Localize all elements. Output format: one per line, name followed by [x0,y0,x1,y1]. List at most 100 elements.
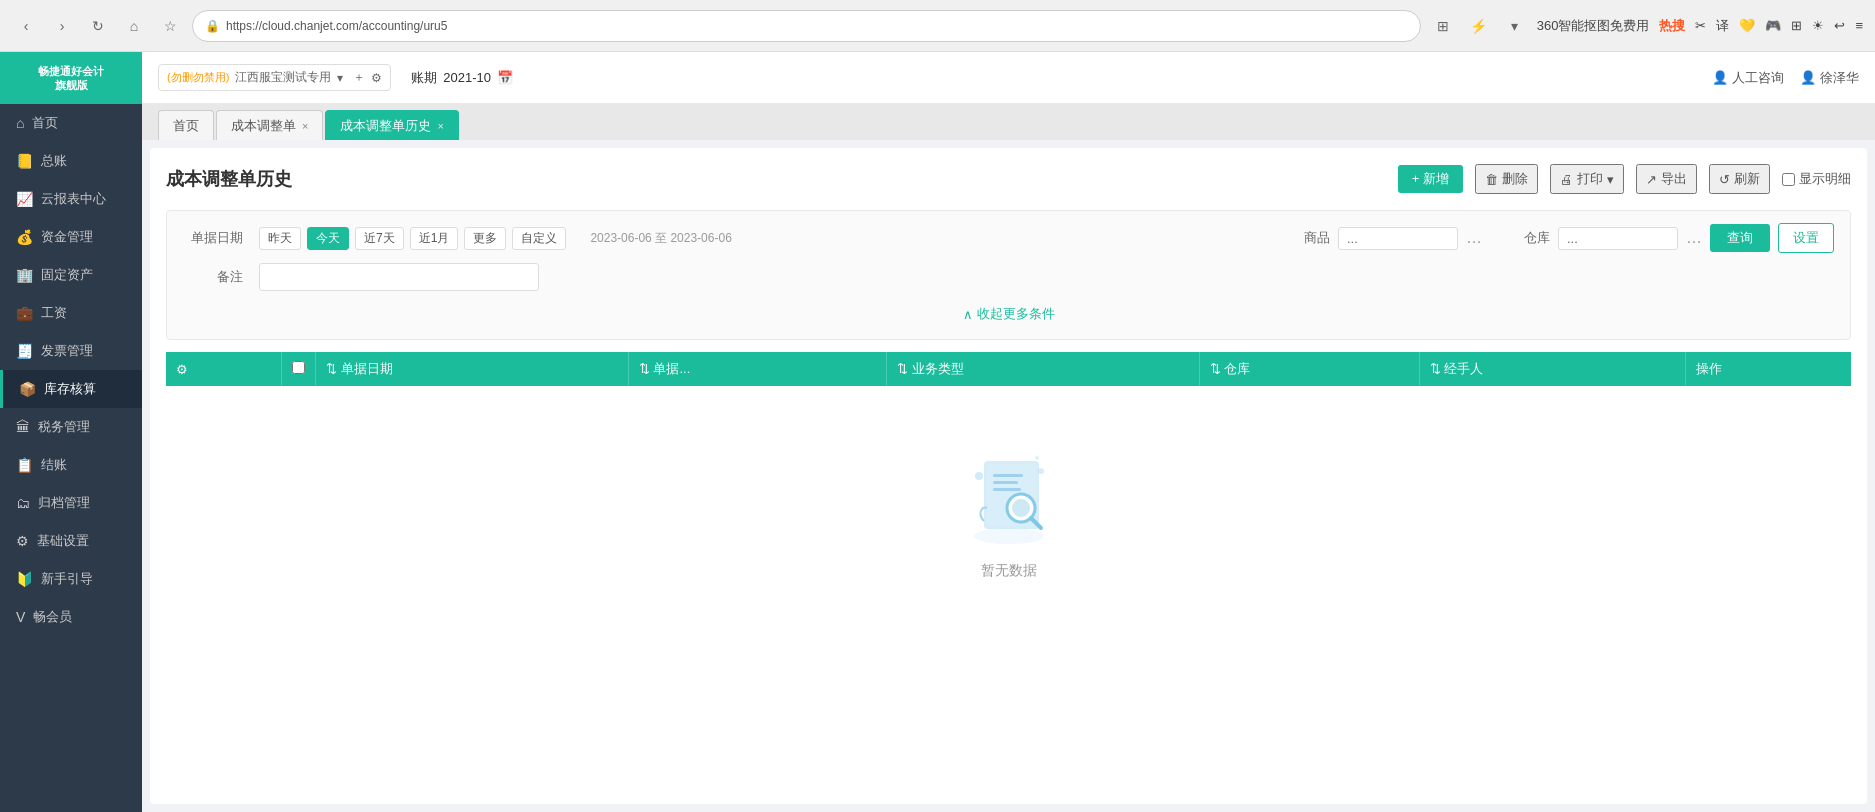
page-title: 成本调整单历史 [166,167,292,191]
custom-btn[interactable]: 自定义 [512,227,566,250]
user-button[interactable]: 👤 徐泽华 [1800,69,1859,87]
select-all-checkbox[interactable] [292,361,305,374]
company-selector[interactable]: (勿删勿禁用) 江西服宝测试专用 ▾ ＋ ⚙ [158,64,391,91]
th-business-type[interactable]: ⇅ 业务类型 [887,352,1199,386]
extensions-button[interactable]: ⊞ [1429,12,1457,40]
today-btn[interactable]: 今天 [307,227,349,250]
empty-text: 暂无数据 [981,562,1037,580]
game-icon[interactable]: 🎮 [1765,18,1781,33]
month-btn[interactable]: 近1月 [410,227,459,250]
guide-label: 新手引导 [41,570,93,588]
sidebar-item-fixed-assets[interactable]: 🏢固定资产 [0,256,142,294]
sidebar-item-reports[interactable]: 📈 云报表中心 [0,180,142,218]
remark-filter-input[interactable] [259,263,539,291]
wallet-icon[interactable]: 💛 [1739,18,1755,33]
speed-button[interactable]: ⚡ [1465,12,1493,40]
settings-small-icon[interactable]: ⚙ [371,71,382,85]
sidebar-item-settings[interactable]: ⚙基础设置 [0,522,142,560]
sidebar-item-home[interactable]: ⌂首页 [0,104,142,142]
grid-icon[interactable]: ⊞ [1791,18,1802,33]
more-btn[interactable]: 更多 [464,227,506,250]
warehouse-more-icon[interactable]: … [1686,229,1702,247]
star-button[interactable]: ☆ [156,12,184,40]
user-avatar-icon: 👤 [1800,70,1816,85]
sidebar-item-closing[interactable]: 📋结账 [0,446,142,484]
reports-icon: 📈 [16,191,33,207]
consultant-button[interactable]: 👤 人工咨询 [1712,69,1784,87]
tab-adjust[interactable]: 成本调整单 × [216,110,323,140]
th-date[interactable]: ⇅ 单据日期 [316,352,628,386]
goods-filter-select[interactable]: ... [1338,227,1458,250]
show-detail-label: 显示明细 [1799,170,1851,188]
delete-icon: 🗑 [1485,172,1498,187]
th-gear[interactable]: ⚙ [166,352,282,386]
svg-rect-3 [993,474,1023,477]
goods-more-icon[interactable]: … [1466,229,1482,247]
nav-forward-button[interactable]: › [48,12,76,40]
th-number[interactable]: ⇅ 单据... [628,352,886,386]
undo-icon[interactable]: ↩ [1834,18,1845,33]
sidebar-item-salary[interactable]: 💼工资 [0,294,142,332]
menu-icon[interactable]: ≡ [1855,18,1863,33]
tab-adjust-close[interactable]: × [302,120,308,132]
table-header-row: ⚙ ⇅ 单据日期 ⇅ 单据... [166,352,1851,386]
consultant-label: 人工咨询 [1732,69,1784,87]
translate-icon[interactable]: 译 [1716,17,1729,35]
tab-history[interactable]: 成本调整单历史 × [325,110,458,140]
th-warehouse-label: ⇅ 仓库 [1210,360,1251,378]
sidebar-item-invoice[interactable]: 🧾发票管理 [0,332,142,370]
home-button[interactable]: ⌂ [120,12,148,40]
logo-text: 畅捷通好会计 旗舰版 [38,64,104,93]
scissors-icon[interactable]: ✂ [1695,18,1706,33]
refresh-button[interactable]: ↻ [84,12,112,40]
consultant-icon: 👤 [1712,70,1728,85]
th-operator[interactable]: ⇅ 经手人 [1419,352,1685,386]
closing-icon: 📋 [16,457,33,473]
sidebar-item-guide[interactable]: 🔰新手引导 [0,560,142,598]
goods-placeholder: ... [1347,231,1358,246]
nav-back-button[interactable]: ‹ [12,12,40,40]
url-text: https://cloud.chanjet.com/accounting/uru… [226,19,447,33]
sidebar-item-archive[interactable]: 🗂归档管理 [0,484,142,522]
th-checkbox[interactable] [282,352,316,386]
url-bar[interactable]: 🔒 https://cloud.chanjet.com/accounting/u… [192,10,1421,42]
th-operator-label: ⇅ 经手人 [1430,360,1484,378]
dropdown-button[interactable]: ▾ [1501,12,1529,40]
warehouse-filter-select[interactable]: ... [1558,227,1678,250]
export-button[interactable]: ↗ 导出 [1636,164,1697,194]
collapse-button[interactable]: ∧ 收起更多条件 [183,301,1834,327]
tab-home[interactable]: 首页 [158,110,214,140]
sidebar-item-vip[interactable]: V畅会员 [0,598,142,636]
svg-point-11 [1035,456,1039,460]
calendar-icon[interactable]: 📅 [497,70,513,85]
filter-row-date: 单据日期 昨天 今天 近7天 近1月 更多 自定义 2023-06-06 至 2… [183,223,1834,253]
brightness-icon[interactable]: ☀ [1812,18,1824,33]
sidebar-item-funds[interactable]: 💰资金管理 [0,218,142,256]
print-button[interactable]: 🖨 打印 ▾ [1550,164,1624,194]
top-bar: (勿删勿禁用) 江西服宝测试专用 ▾ ＋ ⚙ 账期 2021-10 📅 👤 人工… [142,52,1875,104]
show-detail-checkbox-input[interactable] [1782,173,1795,186]
filter-settings-button[interactable]: 设置 [1778,223,1834,253]
th-warehouse[interactable]: ⇅ 仓库 [1199,352,1419,386]
sidebar-logo: 畅捷通好会计 旗舰版 [0,52,142,104]
sidebar-item-inventory[interactable]: 📦库存核算 [0,370,142,408]
query-button[interactable]: 查询 [1710,224,1770,252]
add-company-icon[interactable]: ＋ [353,69,365,86]
reports-label: 云报表中心 [41,190,106,208]
th-actions-label: 操作 [1696,361,1722,376]
sidebar-item-ledger[interactable]: 📒总账 [0,142,142,180]
tab-history-close[interactable]: × [437,120,443,132]
sidebar-nav: ⌂首页📒总账 📈 云报表中心 💰资金管理🏢固定资产💼工资🧾发票管理📦库存核算🏛税务管理… [0,104,142,636]
delete-button[interactable]: 🗑 删除 [1475,164,1538,194]
show-detail-toggle[interactable]: 显示明细 [1782,170,1851,188]
week-btn[interactable]: 近7天 [355,227,404,250]
home-label: 首页 [32,114,58,132]
new-button[interactable]: + 新增 [1398,165,1463,193]
yesterday-btn[interactable]: 昨天 [259,227,301,250]
browser-bar: ‹ › ↻ ⌂ ☆ 🔒 https://cloud.chanjet.com/ac… [0,0,1875,52]
collapse-label: 收起更多条件 [977,305,1055,323]
refresh-button[interactable]: ↺ 刷新 [1709,164,1770,194]
warehouse-filter-label: 仓库 [1490,229,1550,247]
export-label: 导出 [1661,170,1687,188]
sidebar-item-tax[interactable]: 🏛税务管理 [0,408,142,446]
